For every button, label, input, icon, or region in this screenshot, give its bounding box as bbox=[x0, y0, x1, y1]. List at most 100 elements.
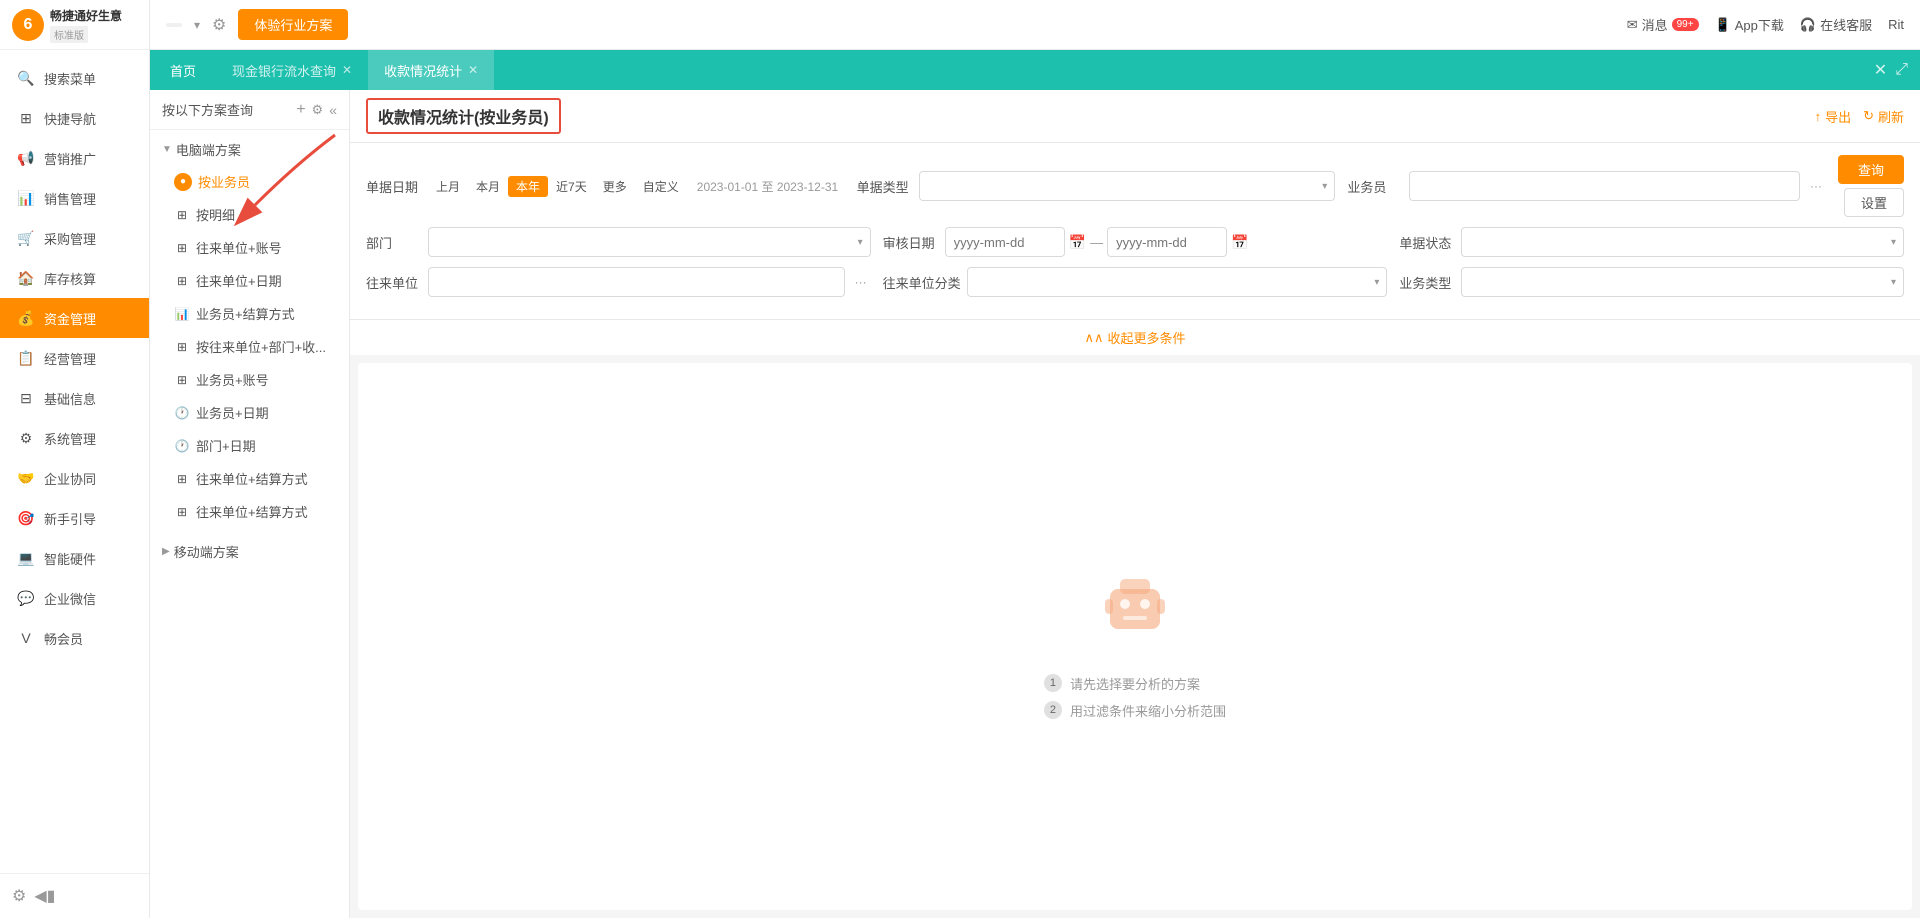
export-btn[interactable]: ↑ 导出 bbox=[1815, 107, 1852, 126]
scheme-item-sales-account-label: 业务员+账号 bbox=[196, 370, 269, 389]
dept-date-icon: 🕐 bbox=[174, 438, 190, 454]
voucher-status-label: 单据状态 bbox=[1399, 233, 1455, 252]
active-scheme-dot: ● bbox=[174, 173, 192, 191]
salesperson-input[interactable] bbox=[1409, 171, 1800, 201]
scheme-item-partner-dept-label: 按往来单位+部门+收... bbox=[196, 337, 326, 356]
business-type-select[interactable] bbox=[1461, 267, 1904, 297]
date-tab-7days[interactable]: 近7天 bbox=[548, 176, 595, 197]
scheme-item-partner-settlement1[interactable]: ⊞ 往来单位+结算方式 bbox=[150, 462, 349, 495]
query-button[interactable]: 查询 bbox=[1838, 155, 1904, 184]
app-download-action[interactable]: 📱 App下载 bbox=[1715, 15, 1784, 34]
scheme-item-sales-account[interactable]: ⊞ 业务员+账号 bbox=[150, 363, 349, 396]
department-select[interactable] bbox=[428, 227, 871, 257]
marketing-icon: 📢 bbox=[16, 148, 36, 168]
scheme-item-dept-date[interactable]: 🕐 部门+日期 bbox=[150, 429, 349, 462]
scheme-item-partner-dept[interactable]: ⊞ 按往来单位+部门+收... bbox=[150, 330, 349, 363]
date-tab-this-year[interactable]: 本年 bbox=[508, 176, 548, 197]
scheme-item-sales-payment[interactable]: 📊 业务员+结算方式 bbox=[150, 297, 349, 330]
tab-home[interactable]: 首页 bbox=[150, 61, 216, 80]
tab-cashflow[interactable]: 现金银行流水查询 ✕ bbox=[216, 50, 368, 90]
sidebar-footer: ⚙ ◀▮ bbox=[0, 873, 149, 918]
export-icon: ↑ bbox=[1815, 109, 1822, 124]
sidebar-item-guide[interactable]: 🎯 新手引导 bbox=[0, 498, 149, 538]
voucher-type-select[interactable] bbox=[919, 171, 1336, 201]
sidebar-item-inventory[interactable]: 🏠 库存核算 bbox=[0, 258, 149, 298]
query-row-1: 单据日期 上月 本月 本年 近7天 更多 自定义 2023-01-01 至 20… bbox=[366, 155, 1904, 217]
settings-footer-icon[interactable]: ⚙ bbox=[12, 886, 26, 906]
scheme-item-partner-account[interactable]: ⊞ 往来单位+账号 bbox=[150, 231, 349, 264]
audit-date-to-cal-icon[interactable]: 📅 bbox=[1231, 234, 1248, 251]
department-field: 部门 ▾ bbox=[366, 227, 871, 257]
sidebar-item-marketing[interactable]: 📢 营销推广 bbox=[0, 138, 149, 178]
headset-icon: 🎧 bbox=[1800, 17, 1816, 33]
tab-receipts-close[interactable]: ✕ bbox=[468, 63, 478, 77]
sidebar-item-search[interactable]: 🔍 搜索菜单 bbox=[0, 58, 149, 98]
query-area: 单据日期 上月 本月 本年 近7天 更多 自定义 2023-01-01 至 20… bbox=[350, 143, 1920, 320]
audit-date-to[interactable] bbox=[1107, 227, 1227, 257]
business-type-field: 业务类型 ▾ bbox=[1399, 267, 1904, 297]
voucher-status-select[interactable] bbox=[1461, 227, 1904, 257]
sidebar-item-system[interactable]: ⚙ 系统管理 bbox=[0, 418, 149, 458]
sidebar-label-member: 畅会员 bbox=[44, 629, 83, 648]
sidebar-item-quicknav[interactable]: ⊞ 快捷导航 bbox=[0, 98, 149, 138]
online-service-action[interactable]: 🎧 在线客服 bbox=[1800, 15, 1872, 34]
dropdown-arrow[interactable]: ▾ bbox=[194, 18, 200, 32]
date-tab-more[interactable]: 更多 bbox=[595, 176, 635, 197]
scheme-settings-icon[interactable]: ⚙ bbox=[312, 102, 324, 118]
guide-icon: 🎯 bbox=[16, 508, 36, 528]
collapse-btn[interactable]: ∧∧ 收起更多条件 bbox=[350, 320, 1920, 355]
sidebar-item-sales[interactable]: 📊 销售管理 bbox=[0, 178, 149, 218]
user-action[interactable]: Rit bbox=[1888, 17, 1904, 32]
close-window-icon[interactable]: ✕ bbox=[1874, 60, 1887, 80]
maximize-window-icon[interactable]: ⤢ bbox=[1895, 61, 1908, 79]
trial-btn[interactable]: 体验行业方案 bbox=[238, 9, 348, 40]
settings-button[interactable]: 设置 bbox=[1844, 188, 1904, 217]
sidebar-item-member[interactable]: V 畅会员 bbox=[0, 618, 149, 658]
date-tab-this-month[interactable]: 本月 bbox=[468, 176, 508, 197]
sidebar-item-hardware[interactable]: 💻 智能硬件 bbox=[0, 538, 149, 578]
logo-area: 6 畅捷通好生意 标准版 bbox=[0, 0, 149, 50]
filter-panel: 按以下方案查询 + ⚙ « ▼ 电脑端方案 ● bbox=[150, 90, 350, 918]
sidebar-item-enterprise[interactable]: 🤝 企业协同 bbox=[0, 458, 149, 498]
business-type-select-wrapper: ▾ bbox=[1461, 267, 1904, 297]
date-tabs: 上月 本月 本年 近7天 更多 自定义 bbox=[428, 176, 687, 197]
partner-input[interactable] bbox=[428, 267, 845, 297]
purchase-icon: 🛒 bbox=[16, 228, 36, 248]
add-scheme-icon[interactable]: + bbox=[296, 101, 305, 119]
sidebar-item-wechat[interactable]: 💬 企业微信 bbox=[0, 578, 149, 618]
scheme-item-salesperson[interactable]: ● 按业务员 bbox=[150, 165, 349, 198]
scheme-item-detail[interactable]: ⊞ 按明细 bbox=[150, 198, 349, 231]
empty-step-1: 1 请先选择要分析的方案 bbox=[1044, 674, 1226, 693]
collapse-footer-icon[interactable]: ◀▮ bbox=[34, 886, 55, 906]
sidebar-item-finance[interactable]: 💰 资金管理 bbox=[0, 298, 149, 338]
scheme-item-partner-settlement2[interactable]: ⊞ 往来单位+结算方式 bbox=[150, 495, 349, 528]
tab-receipts[interactable]: 收款情况统计 ✕ bbox=[368, 50, 494, 90]
scheme-item-sales-date[interactable]: 🕐 业务员+日期 bbox=[150, 396, 349, 429]
scheme-item-detail-label: 按明细 bbox=[196, 205, 235, 224]
sidebar-item-purchase[interactable]: 🛒 采购管理 bbox=[0, 218, 149, 258]
salesperson-more-icon[interactable]: ··· bbox=[1806, 179, 1826, 193]
message-action[interactable]: ✉ 消息 99+ bbox=[1627, 15, 1699, 34]
search-icon: 🔍 bbox=[16, 68, 36, 88]
header-actions: ✉ 消息 99+ 📱 App下载 🎧 在线客服 Rit bbox=[1627, 15, 1904, 34]
scheme-section-mobile-header[interactable]: ▶ 移动端方案 bbox=[150, 536, 349, 567]
tab-window-controls: ✕ ⤢ bbox=[1874, 60, 1920, 80]
sidebar-item-basic[interactable]: ⊟ 基础信息 bbox=[0, 378, 149, 418]
settings-gear-icon[interactable]: ⚙ bbox=[212, 15, 226, 35]
scheme-item-partner-date[interactable]: ⊞ 往来单位+日期 bbox=[150, 264, 349, 297]
sidebar-label-quicknav: 快捷导航 bbox=[44, 109, 96, 128]
audit-date-from[interactable] bbox=[945, 227, 1065, 257]
tab-cashflow-close[interactable]: ✕ bbox=[342, 63, 352, 77]
sidebar-item-operations[interactable]: 📋 经营管理 bbox=[0, 338, 149, 378]
refresh-btn[interactable]: ↻ 刷新 bbox=[1863, 107, 1904, 126]
department-label: 部门 bbox=[366, 233, 422, 252]
partner-category-select[interactable] bbox=[967, 267, 1388, 297]
partner-more-icon[interactable]: ··· bbox=[851, 275, 871, 289]
collapse-panel-icon[interactable]: « bbox=[329, 102, 337, 118]
date-tab-custom[interactable]: 自定义 bbox=[635, 176, 687, 197]
scheme-section-pc-header[interactable]: ▼ 电脑端方案 bbox=[150, 134, 349, 165]
date-tab-last-month[interactable]: 上月 bbox=[428, 176, 468, 197]
audit-date-from-cal-icon[interactable]: 📅 bbox=[1069, 234, 1086, 251]
scheme-item-partner-settlement1-label: 往来单位+结算方式 bbox=[196, 469, 308, 488]
logo-icon: 6 bbox=[12, 9, 44, 41]
